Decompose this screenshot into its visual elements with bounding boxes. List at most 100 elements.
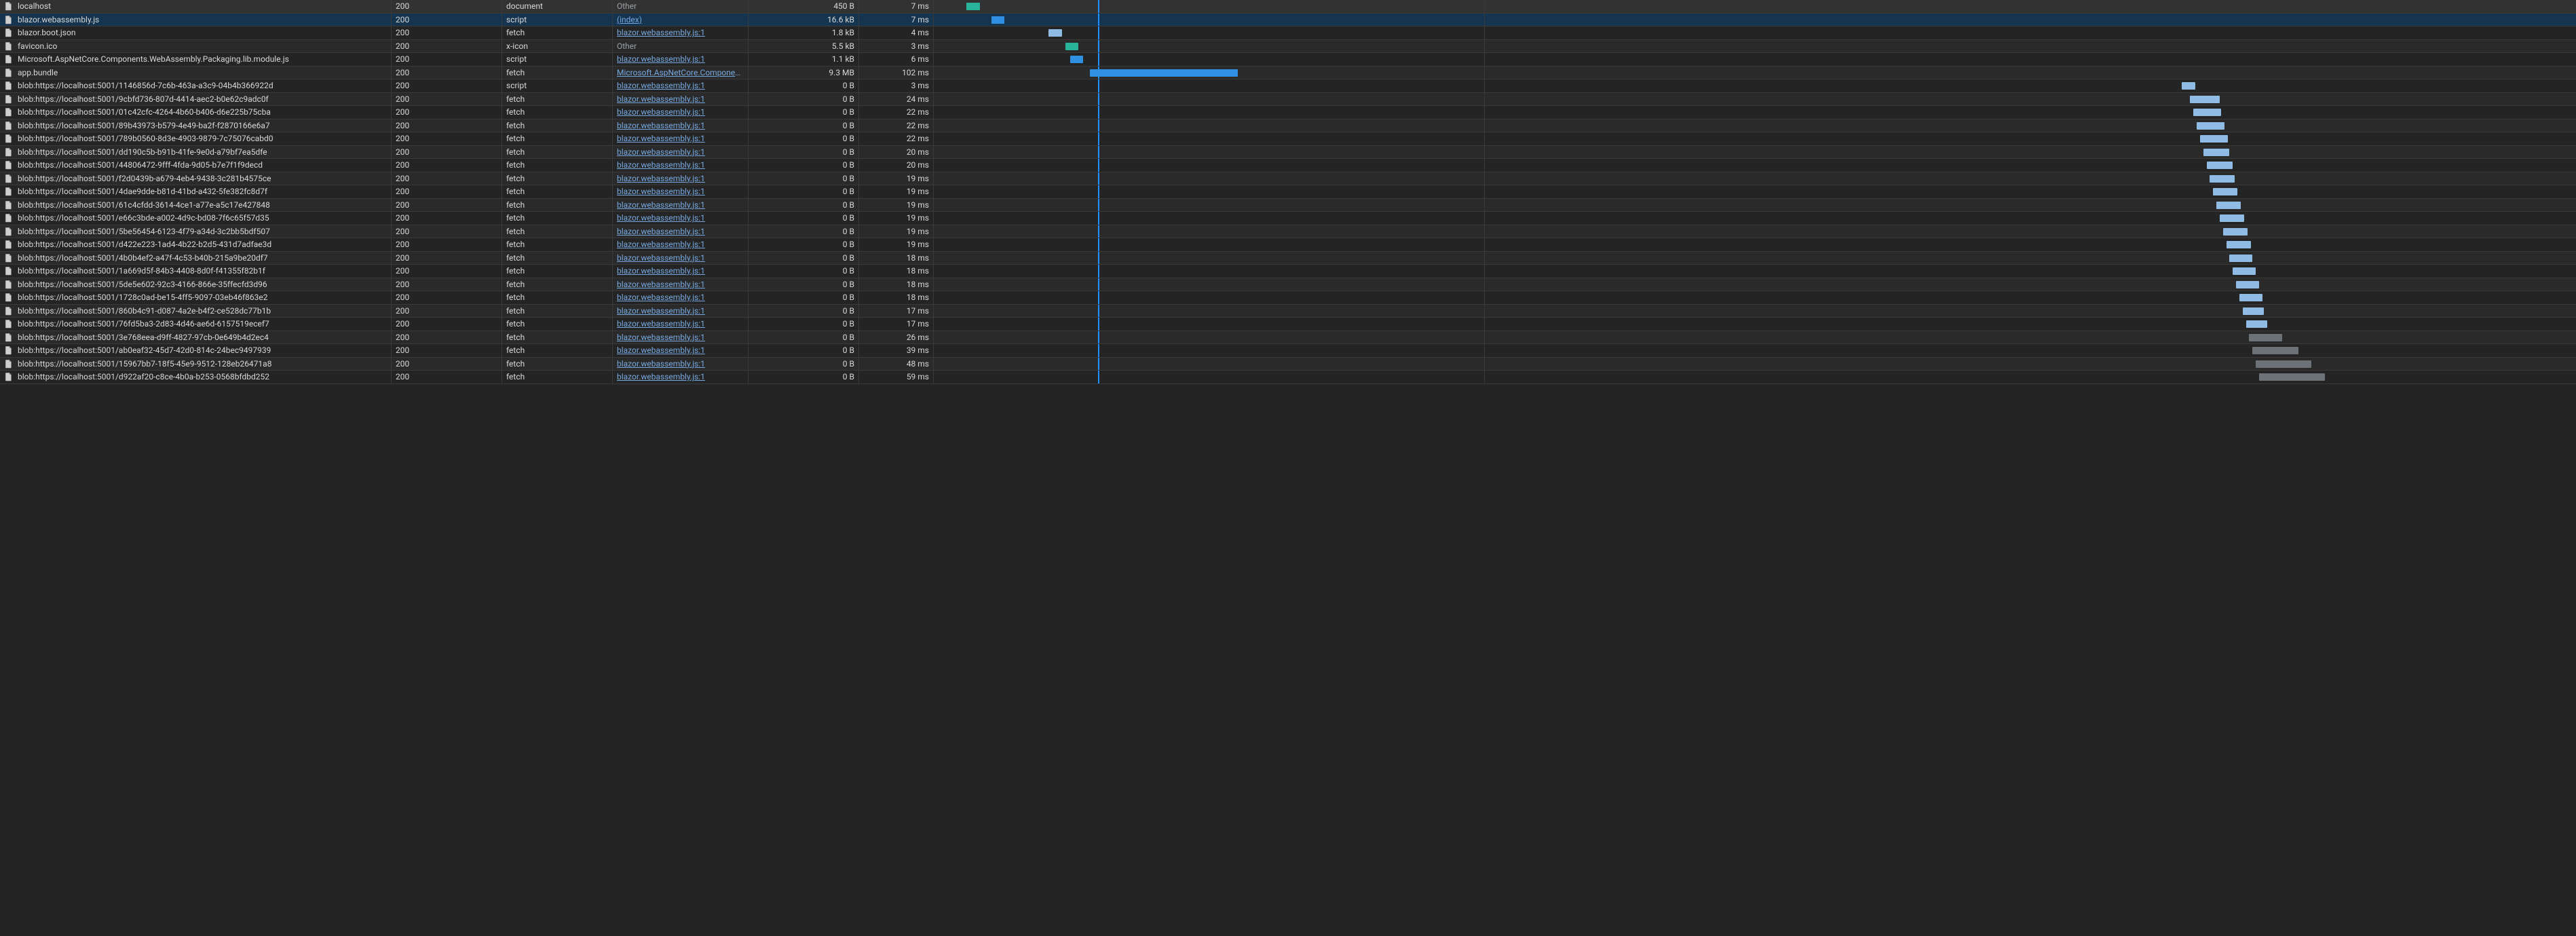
name-cell[interactable]: blob:https://localhost:5001/1a669d5f-84b… [0, 265, 392, 278]
initiator-cell[interactable]: blazor.webassembly.js:1 [613, 278, 749, 291]
initiator-link[interactable]: blazor.webassembly.js:1 [617, 345, 705, 355]
name-cell[interactable]: blob:https://localhost:5001/f2d0439b-a67… [0, 172, 392, 185]
name-cell[interactable]: blob:https://localhost:5001/5de5e602-92c… [0, 278, 392, 291]
waterfall-cell[interactable] [934, 318, 2576, 331]
initiator-link[interactable]: (index) [617, 15, 642, 24]
network-row[interactable]: blob:https://localhost:5001/61c4cfdd-361… [0, 199, 2576, 212]
network-row[interactable]: blob:https://localhost:5001/44806472-9ff… [0, 159, 2576, 172]
initiator-cell[interactable]: blazor.webassembly.js:1 [613, 159, 749, 172]
waterfall-cell[interactable] [934, 358, 2576, 371]
network-row[interactable]: blob:https://localhost:5001/f2d0439b-a67… [0, 172, 2576, 186]
name-cell[interactable]: blob:https://localhost:5001/01c42cfc-426… [0, 106, 392, 119]
waterfall-cell[interactable] [934, 225, 2576, 238]
initiator-link[interactable]: blazor.webassembly.js:1 [617, 107, 705, 117]
initiator-cell[interactable]: blazor.webassembly.js:1 [613, 79, 749, 92]
initiator-link[interactable]: blazor.webassembly.js:1 [617, 134, 705, 143]
network-row[interactable]: blob:https://localhost:5001/01c42cfc-426… [0, 106, 2576, 119]
initiator-link[interactable]: blazor.webassembly.js:1 [617, 293, 705, 302]
initiator-link[interactable]: blazor.webassembly.js:1 [617, 94, 705, 104]
initiator-link[interactable]: blazor.webassembly.js:1 [617, 253, 705, 263]
name-cell[interactable]: blob:https://localhost:5001/d422e223-1ad… [0, 238, 392, 251]
initiator-cell[interactable]: blazor.webassembly.js:1 [613, 371, 749, 383]
initiator-link[interactable]: blazor.webassembly.js:1 [617, 28, 705, 37]
initiator-link[interactable]: blazor.webassembly.js:1 [617, 372, 705, 381]
name-cell[interactable]: blob:https://localhost:5001/1146856d-7c6… [0, 79, 392, 92]
network-row[interactable]: blob:https://localhost:5001/d922af20-c8c… [0, 371, 2576, 384]
waterfall-cell[interactable] [934, 265, 2576, 278]
name-cell[interactable]: blob:https://localhost:5001/4dae9dde-b81… [0, 185, 392, 198]
network-row[interactable]: blob:https://localhost:5001/3e768eea-d9f… [0, 331, 2576, 345]
network-row[interactable]: blob:https://localhost:5001/789b0560-8d3… [0, 132, 2576, 146]
name-cell[interactable]: blob:https://localhost:5001/789b0560-8d3… [0, 132, 392, 145]
waterfall-cell[interactable] [934, 159, 2576, 172]
network-row[interactable]: localhost200documentOther450 B7 ms [0, 0, 2576, 14]
name-cell[interactable]: blob:https://localhost:5001/4b0b4ef2-a47… [0, 252, 392, 265]
initiator-cell[interactable]: blazor.webassembly.js:1 [613, 199, 749, 212]
name-cell[interactable]: blazor.boot.json [0, 26, 392, 39]
network-row[interactable]: blob:https://localhost:5001/1a669d5f-84b… [0, 265, 2576, 278]
name-cell[interactable]: favicon.ico [0, 40, 392, 53]
initiator-cell[interactable]: (index) [613, 14, 749, 26]
initiator-link[interactable]: blazor.webassembly.js:1 [617, 174, 705, 183]
waterfall-cell[interactable] [934, 79, 2576, 92]
network-row[interactable]: blob:https://localhost:5001/dd190c5b-b91… [0, 146, 2576, 160]
initiator-cell[interactable]: blazor.webassembly.js:1 [613, 252, 749, 265]
network-row[interactable]: blob:https://localhost:5001/5de5e602-92c… [0, 278, 2576, 292]
name-cell[interactable]: blob:https://localhost:5001/89b43973-b57… [0, 119, 392, 132]
initiator-cell[interactable]: Microsoft.AspNetCore.Components.… [613, 67, 749, 79]
network-row[interactable]: blob:https://localhost:5001/860b4c91-d08… [0, 305, 2576, 318]
initiator-cell[interactable]: blazor.webassembly.js:1 [613, 146, 749, 159]
network-row[interactable]: blob:https://localhost:5001/1146856d-7c6… [0, 79, 2576, 93]
network-row[interactable]: blob:https://localhost:5001/9cbfd736-807… [0, 93, 2576, 107]
network-row[interactable]: blob:https://localhost:5001/89b43973-b57… [0, 119, 2576, 133]
waterfall-cell[interactable] [934, 199, 2576, 212]
initiator-link[interactable]: blazor.webassembly.js:1 [617, 200, 705, 210]
name-cell[interactable]: blob:https://localhost:5001/d922af20-c8c… [0, 371, 392, 383]
initiator-link[interactable]: blazor.webassembly.js:1 [617, 359, 705, 369]
waterfall-cell[interactable] [934, 252, 2576, 265]
initiator-cell[interactable]: blazor.webassembly.js:1 [613, 318, 749, 331]
initiator-cell[interactable]: blazor.webassembly.js:1 [613, 53, 749, 66]
waterfall-cell[interactable] [934, 26, 2576, 39]
waterfall-cell[interactable] [934, 212, 2576, 225]
name-cell[interactable]: blob:https://localhost:5001/15967bb7-18f… [0, 358, 392, 371]
waterfall-cell[interactable] [934, 331, 2576, 344]
initiator-cell[interactable]: blazor.webassembly.js:1 [613, 331, 749, 344]
name-cell[interactable]: blob:https://localhost:5001/860b4c91-d08… [0, 305, 392, 318]
initiator-link[interactable]: blazor.webassembly.js:1 [617, 187, 705, 196]
initiator-link[interactable]: blazor.webassembly.js:1 [617, 266, 705, 276]
network-row[interactable]: blob:https://localhost:5001/1728c0ad-be1… [0, 291, 2576, 305]
initiator-cell[interactable]: blazor.webassembly.js:1 [613, 358, 749, 371]
name-cell[interactable]: blob:https://localhost:5001/76fd5ba3-2d8… [0, 318, 392, 331]
initiator-cell[interactable]: blazor.webassembly.js:1 [613, 172, 749, 185]
initiator-link[interactable]: blazor.webassembly.js:1 [617, 81, 705, 90]
waterfall-cell[interactable] [934, 344, 2576, 357]
initiator-link[interactable]: blazor.webassembly.js:1 [617, 54, 705, 64]
initiator-link[interactable]: blazor.webassembly.js:1 [617, 240, 705, 249]
waterfall-cell[interactable] [934, 172, 2576, 185]
waterfall-cell[interactable] [934, 40, 2576, 53]
name-cell[interactable]: blob:https://localhost:5001/ab0eaf32-45d… [0, 344, 392, 357]
initiator-link[interactable]: Microsoft.AspNetCore.Components.… [617, 68, 744, 77]
waterfall-cell[interactable] [934, 185, 2576, 198]
initiator-cell[interactable]: blazor.webassembly.js:1 [613, 132, 749, 145]
network-row[interactable]: blob:https://localhost:5001/76fd5ba3-2d8… [0, 318, 2576, 331]
initiator-cell[interactable]: blazor.webassembly.js:1 [613, 238, 749, 251]
name-cell[interactable]: blob:https://localhost:5001/3e768eea-d9f… [0, 331, 392, 344]
name-cell[interactable]: blob:https://localhost:5001/9cbfd736-807… [0, 93, 392, 106]
initiator-link[interactable]: blazor.webassembly.js:1 [617, 160, 705, 170]
network-row[interactable]: blob:https://localhost:5001/d422e223-1ad… [0, 238, 2576, 252]
waterfall-cell[interactable] [934, 146, 2576, 159]
network-row[interactable]: blob:https://localhost:5001/4b0b4ef2-a47… [0, 252, 2576, 265]
network-row[interactable]: blob:https://localhost:5001/5be56454-612… [0, 225, 2576, 239]
initiator-cell[interactable]: blazor.webassembly.js:1 [613, 344, 749, 357]
waterfall-cell[interactable] [934, 14, 2576, 26]
network-row[interactable]: blob:https://localhost:5001/15967bb7-18f… [0, 358, 2576, 371]
name-cell[interactable]: blob:https://localhost:5001/1728c0ad-be1… [0, 291, 392, 304]
initiator-cell[interactable]: blazor.webassembly.js:1 [613, 212, 749, 225]
name-cell[interactable]: blob:https://localhost:5001/dd190c5b-b91… [0, 146, 392, 159]
waterfall-cell[interactable] [934, 106, 2576, 119]
waterfall-cell[interactable] [934, 371, 2576, 383]
name-cell[interactable]: app.bundle [0, 67, 392, 79]
name-cell[interactable]: blob:https://localhost:5001/61c4cfdd-361… [0, 199, 392, 212]
